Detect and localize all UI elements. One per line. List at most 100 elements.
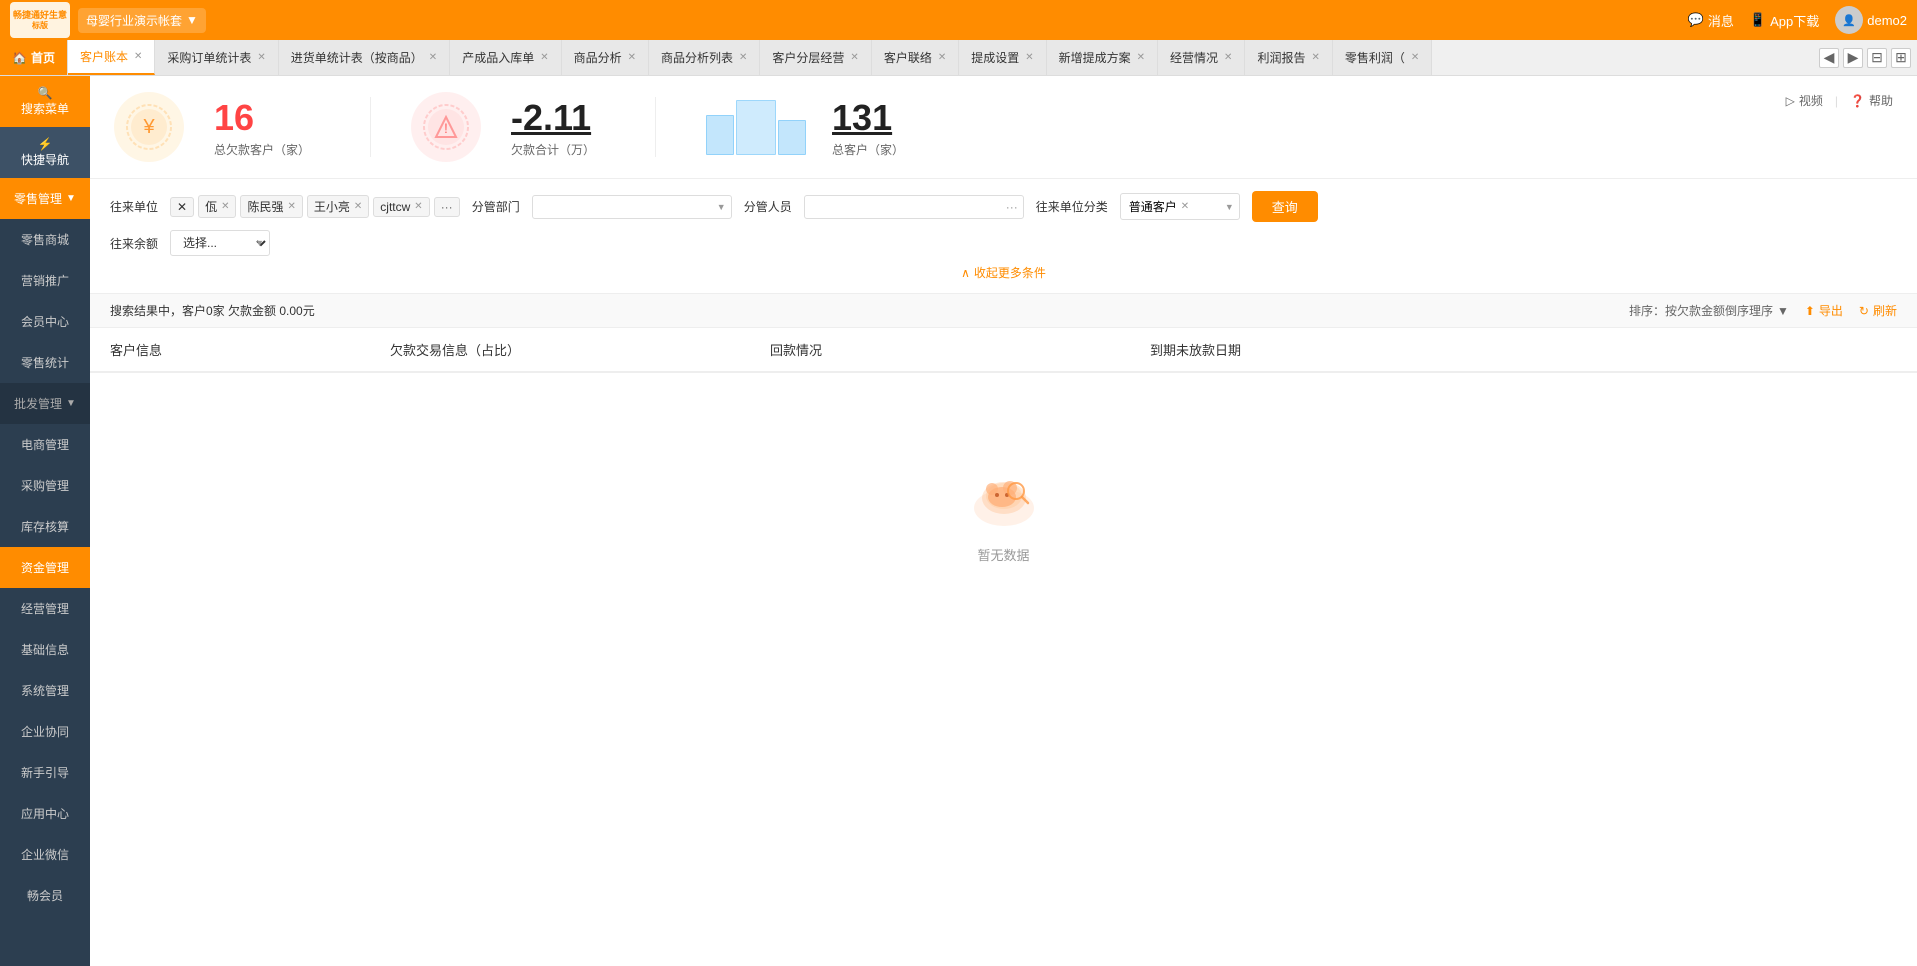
filter-query-btn[interactable]: 查询 (1252, 191, 1318, 222)
tab-goods-analysis-list-close[interactable]: ✕ (739, 52, 747, 63)
sidebar-nav[interactable]: ⚡ 快捷导航 (0, 127, 90, 178)
filter-area: 往来单位 ✕ 佤 ✕ 陈民强 ✕ 王小亮 ✕ (90, 179, 1917, 294)
help-btn[interactable]: ❓ 帮助 (1850, 92, 1893, 109)
message-btn[interactable]: 💬 消息 (1688, 11, 1734, 30)
tab-inbound-stat[interactable]: 进货单统计表（按商品） ✕ (279, 40, 450, 75)
tab-profit-report[interactable]: 利润报告 ✕ (1245, 40, 1332, 75)
col-header-debt: 欠款交易信息（占比） (390, 340, 770, 359)
empty-label: 暂无数据 (977, 545, 1029, 564)
filter-tag-4: cjttcw ✕ (373, 197, 429, 217)
tab-customer-tier[interactable]: 客户分层经营 ✕ (760, 40, 871, 75)
sort-icon: ▼ (1777, 304, 1789, 318)
tab-fullscreen-btn[interactable]: ⊞ (1891, 48, 1911, 68)
tab-product-inbound-close[interactable]: ✕ (540, 52, 548, 63)
tab-expand-btn[interactable]: ⊟ (1867, 48, 1887, 68)
stat1-value: 16 (214, 97, 254, 139)
stat1-label: 总欠款客户（家） (214, 141, 310, 158)
tab-purchase-order-close[interactable]: ✕ (257, 52, 265, 63)
stat1-block: 16 总欠款客户（家） (214, 97, 370, 158)
sidebar-search[interactable]: 🔍 搜索菜单 (0, 76, 90, 127)
stats-actions: ▷ 视频 | ❓ 帮助 (1786, 92, 1893, 109)
tab-new-promotion-close[interactable]: ✕ (1137, 52, 1145, 63)
user-menu[interactable]: 👤 demo2 (1835, 6, 1907, 34)
tab-customer-tier-close[interactable]: ✕ (850, 52, 858, 63)
filter-more-btn[interactable]: ··· (434, 197, 460, 217)
tab-customer-contact-close[interactable]: ✕ (938, 52, 946, 63)
tab-retail-profit-close[interactable]: ✕ (1411, 52, 1419, 63)
filter-tag-1: 佤 ✕ (198, 195, 236, 218)
tab-new-promotion[interactable]: 新增提成方案 ✕ (1047, 40, 1158, 75)
collapse-row: ∧ 收起更多条件 (110, 264, 1897, 281)
filter-person-label: 分管人员 (744, 198, 792, 215)
sidebar-item-retail-stat[interactable]: 零售统计 (0, 342, 90, 383)
result-sort-btn[interactable]: 排序：按欠款金额倒序理序 ▼ (1629, 302, 1789, 319)
sidebar-item-wholesale[interactable]: 批发管理 ▼ (0, 383, 90, 424)
result-export-btn[interactable]: ⬆ 导出 (1805, 302, 1843, 319)
filter-person-input[interactable] (804, 195, 1024, 219)
sidebar-item-app-center[interactable]: 应用中心 (0, 793, 90, 834)
tab-goods-analysis[interactable]: 商品分析 ✕ (562, 40, 649, 75)
tab-inbound-stat-close[interactable]: ✕ (429, 52, 437, 63)
sidebar-item-retail[interactable]: 零售管理 ▼ (0, 178, 90, 219)
sidebar-item-system[interactable]: 系统管理 (0, 670, 90, 711)
tab-prev-btn[interactable]: ◀ (1819, 48, 1839, 68)
filter-tag-2-remove[interactable]: ✕ (288, 201, 296, 212)
tab-goods-analysis-close[interactable]: ✕ (628, 52, 636, 63)
sidebar-item-member[interactable]: 会员中心 (0, 301, 90, 342)
svg-text:!: ! (444, 120, 448, 136)
sidebar-item-inventory[interactable]: 库存核算 (0, 506, 90, 547)
sidebar-item-wecom[interactable]: 企业微信 (0, 834, 90, 875)
result-actions: 排序：按欠款金额倒序理序 ▼ ⬆ 导出 ↻ 刷新 (1629, 302, 1897, 319)
svg-text:¥: ¥ (142, 116, 155, 138)
stat-icon-building (696, 92, 816, 162)
tab-purchase-order[interactable]: 采购订单统计表 ✕ (155, 40, 278, 75)
app-download-btn[interactable]: 📱 App下载 (1750, 11, 1819, 30)
video-btn[interactable]: ▷ 视频 (1786, 92, 1823, 109)
stat-divider-2 (655, 97, 656, 157)
filter-category-select[interactable]: 普通客户 ✕ (1120, 193, 1240, 220)
result-refresh-btn[interactable]: ↻ 刷新 (1859, 302, 1897, 319)
tab-operations[interactable]: 经营情况 ✕ (1158, 40, 1245, 75)
sidebar-item-operations-mgmt[interactable]: 经营管理 (0, 588, 90, 629)
sidebar-item-enterprise[interactable]: 企业协同 (0, 711, 90, 752)
filter-balance-select[interactable]: 选择... (170, 230, 270, 256)
sidebar-item-ecommerce[interactable]: 电商管理 (0, 424, 90, 465)
sidebar-item-newbie[interactable]: 新手引导 (0, 752, 90, 793)
filter-tag-3: 王小亮 ✕ (307, 195, 369, 218)
sidebar-item-vip[interactable]: 畅会员 (0, 875, 90, 916)
tab-product-inbound[interactable]: 产成品入库单 ✕ (450, 40, 561, 75)
filter-category-remove[interactable]: ✕ (1181, 201, 1189, 212)
tab-promotion-settings-close[interactable]: ✕ (1025, 52, 1033, 63)
sidebar-item-purchase[interactable]: 采购管理 (0, 465, 90, 506)
tab-operations-close[interactable]: ✕ (1224, 52, 1232, 63)
empty-state: 暂无数据 (90, 373, 1917, 644)
tab-goods-analysis-list[interactable]: 商品分析列表 ✕ (649, 40, 760, 75)
sidebar-item-marketing[interactable]: 营销推广 (0, 260, 90, 301)
collapse-btn[interactable]: ∧ 收起更多条件 (961, 264, 1046, 281)
topbar-right: 💬 消息 📱 App下载 👤 demo2 (1688, 6, 1907, 34)
stat-icon-debt: ! (411, 92, 481, 162)
sidebar-item-retail-mall[interactable]: 零售商城 (0, 219, 90, 260)
tab-customer-contact[interactable]: 客户联络 ✕ (872, 40, 959, 75)
tab-retail-profit[interactable]: 零售利润（ ✕ (1333, 40, 1432, 75)
filter-category-wrap: 普通客户 ✕ (1120, 193, 1240, 220)
filter-dept-label: 分管部门 (472, 198, 520, 215)
tab-promotion-settings[interactable]: 提成设置 ✕ (959, 40, 1046, 75)
tab-home[interactable]: 🏠 首页 (0, 40, 68, 75)
main-layout: 🔍 搜索菜单 ⚡ 快捷导航 零售管理 ▼ 零售商城 营销推广 会员中心 零售统计… (0, 76, 1917, 966)
filter-dept-input[interactable] (532, 195, 732, 219)
filter-tag-3-remove[interactable]: ✕ (354, 201, 362, 212)
empty-icon (954, 453, 1054, 533)
filter-category-label: 往来单位分类 (1036, 198, 1108, 215)
tab-accounts-close[interactable]: ✕ (134, 51, 142, 62)
col-header-repayment: 回款情况 (770, 340, 1150, 359)
tab-next-btn[interactable]: ▶ (1843, 48, 1863, 68)
filter-tag-1-remove[interactable]: ✕ (221, 201, 229, 212)
filter-row-1: 往来单位 ✕ 佤 ✕ 陈民强 ✕ 王小亮 ✕ (110, 191, 1897, 222)
sidebar-item-finance[interactable]: 资金管理 (0, 547, 90, 588)
sidebar-item-basic-info[interactable]: 基础信息 (0, 629, 90, 670)
account-selector[interactable]: 母婴行业演示帐套 ▼ (78, 8, 206, 33)
tab-accounts[interactable]: 客户账本 ✕ (68, 40, 155, 75)
tab-profit-report-close[interactable]: ✕ (1311, 52, 1319, 63)
filter-tag-4-remove[interactable]: ✕ (414, 201, 422, 212)
